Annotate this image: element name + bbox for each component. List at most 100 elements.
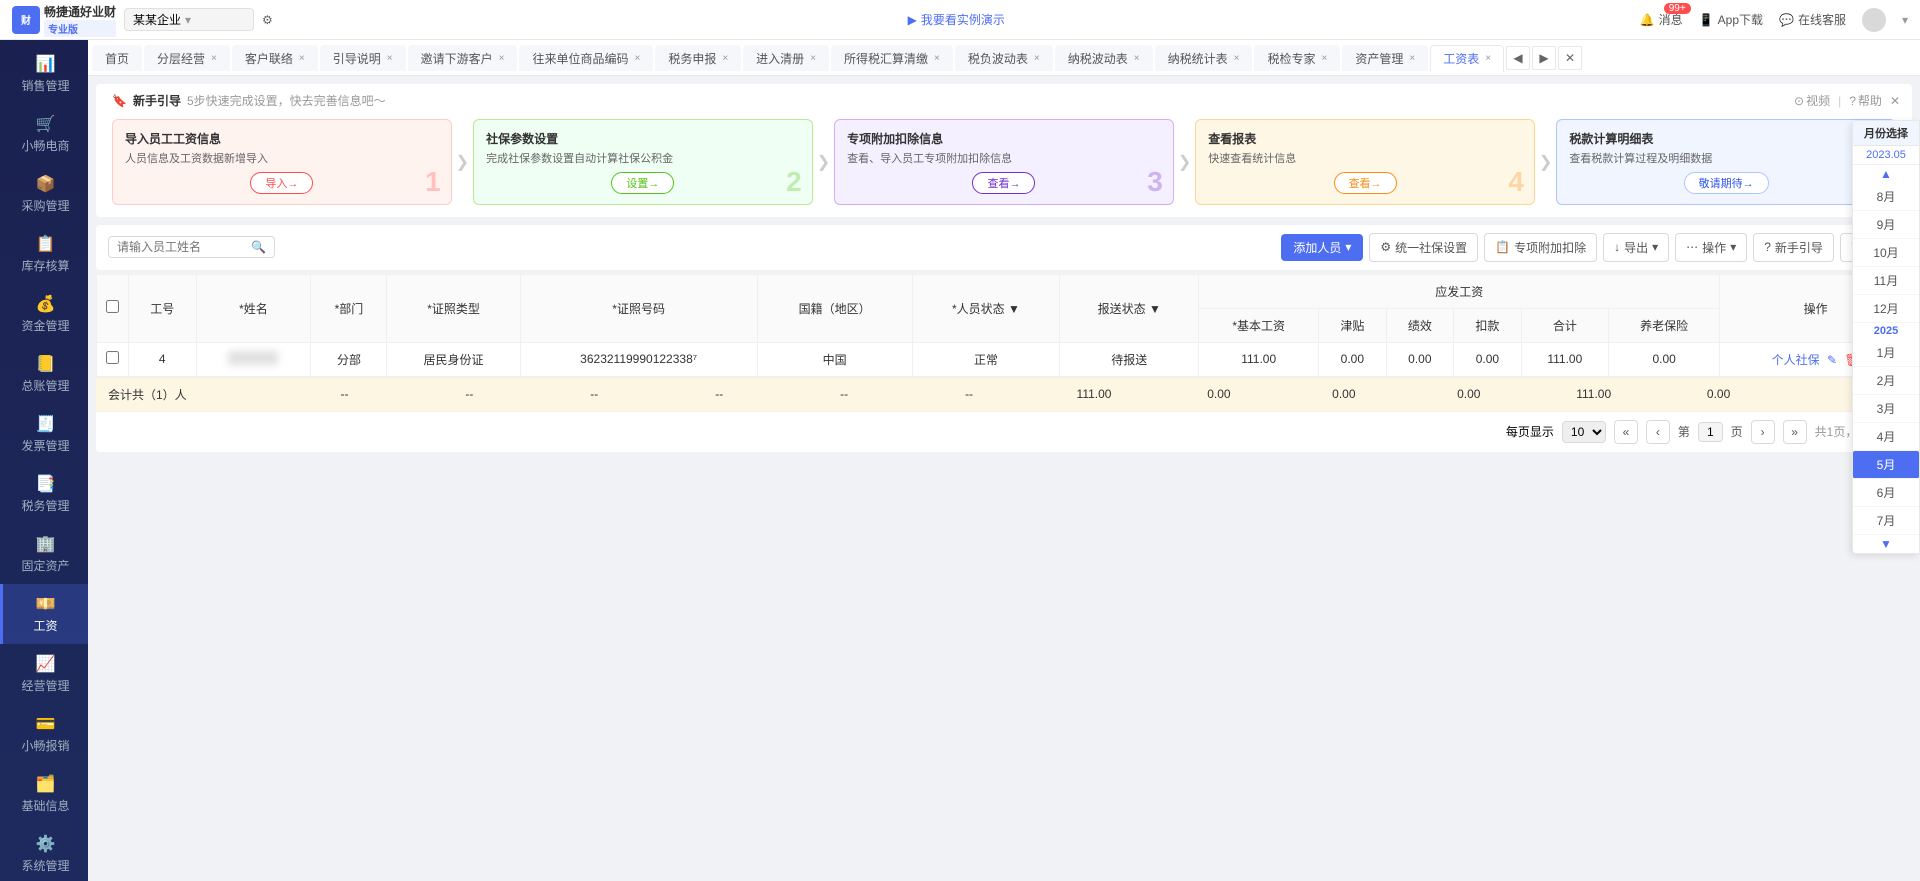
tab-layered[interactable]: 分层经营 × <box>144 45 230 71</box>
close-icon[interactable]: × <box>810 53 816 64</box>
unified-settings-button[interactable]: ⚙ 统一社保设置 <box>1369 233 1478 262</box>
demo-link[interactable]: ▶ 我要看实例演示 <box>908 11 1005 28</box>
close-icon[interactable]: × <box>1134 53 1140 64</box>
tab-payroll[interactable]: 工资表 × <box>1430 45 1504 72</box>
month-12[interactable]: 12月 <box>1853 295 1919 323</box>
month-5[interactable]: 5月 <box>1853 451 1919 479</box>
month-6[interactable]: 6月 <box>1853 479 1919 507</box>
sidebar-item-invoice[interactable]: 🧾 发票管理 <box>0 404 88 464</box>
tab-tax-burden[interactable]: 税负波动表 × <box>955 45 1053 71</box>
close-icon[interactable]: × <box>211 53 217 64</box>
tab-tax-expert[interactable]: 税检专家 × <box>1254 45 1340 71</box>
step-action-btn[interactable]: 查看→ <box>972 172 1035 194</box>
sidebar-item-inventory[interactable]: 📋 库存核算 <box>0 224 88 284</box>
month-8[interactable]: 8月 <box>1853 183 1919 211</box>
payroll-icon: 💴 <box>36 594 56 614</box>
add-staff-button[interactable]: 添加人员 ▾ <box>1281 234 1363 261</box>
sidebar-item-basic-info[interactable]: 🗂️ 基础信息 <box>0 764 88 824</box>
operations-icon: 📈 <box>36 654 56 674</box>
month-10[interactable]: 10月 <box>1853 239 1919 267</box>
tab-tax-stats[interactable]: 纳税统计表 × <box>1155 45 1253 71</box>
close-icon[interactable]: × <box>1409 53 1415 64</box>
month-9[interactable]: 9月 <box>1853 211 1919 239</box>
tab-bar: 首页 分层经营 × 客户联络 × 引导说明 × 邀请下游客户 × 往来单位商品编… <box>88 40 1920 76</box>
page-size-select[interactable]: 10 20 50 <box>1562 421 1606 443</box>
tab-home[interactable]: 首页 <box>92 45 142 71</box>
tab-tax-fluctuation[interactable]: 纳税波动表 × <box>1055 45 1153 71</box>
close-icon[interactable]: × <box>1321 53 1327 64</box>
tab-guide-desc[interactable]: 引导说明 × <box>320 45 406 71</box>
step-action-btn[interactable]: 导入→ <box>250 172 313 194</box>
sidebar-item-operations[interactable]: 📈 经营管理 <box>0 644 88 704</box>
close-icon[interactable]: × <box>1485 53 1491 64</box>
month-11[interactable]: 11月 <box>1853 267 1919 295</box>
close-icon[interactable]: × <box>634 53 640 64</box>
guide-button[interactable]: ? 新手引导 <box>1753 233 1834 262</box>
guide-close-btn[interactable]: ✕ <box>1890 92 1900 109</box>
sidebar-item-sales[interactable]: 📊 销售管理 <box>0 44 88 104</box>
tab-clearance[interactable]: 进入清册 × <box>743 45 829 71</box>
sidebar-item-ecommerce[interactable]: 🛒 小畅电商 <box>0 104 88 164</box>
sidebar-item-expense[interactable]: 💳 小畅报销 <box>0 704 88 764</box>
last-page-btn[interactable]: » <box>1783 420 1807 444</box>
special-deduction-button[interactable]: 📋 专项附加扣除 <box>1484 233 1597 262</box>
action-social-insurance[interactable]: 个人社保 <box>1772 353 1820 367</box>
month-7[interactable]: 7月 <box>1853 507 1919 535</box>
tab-asset-mgmt[interactable]: 资产管理 × <box>1342 45 1428 71</box>
operations-button[interactable]: ⋯ 操作 ▾ <box>1675 233 1747 262</box>
month-1[interactable]: 1月 <box>1853 339 1919 367</box>
month-down-btn[interactable]: ▼ <box>1853 535 1919 553</box>
close-icon[interactable]: × <box>387 53 393 64</box>
next-page-btn[interactable]: › <box>1751 420 1775 444</box>
step-action-btn[interactable]: 设置→ <box>611 172 674 194</box>
sidebar-item-system[interactable]: ⚙️ 系统管理 <box>0 824 88 881</box>
sidebar-item-ledger[interactable]: 📒 总账管理 <box>0 344 88 404</box>
close-icon[interactable]: × <box>934 53 940 64</box>
month-4[interactable]: 4月 <box>1853 423 1919 451</box>
search-icon[interactable]: 🔍 <box>251 240 266 254</box>
online-service-button[interactable]: 💬 在线客服 <box>1779 11 1846 28</box>
select-all-checkbox[interactable] <box>106 300 119 313</box>
user-menu-icon[interactable]: ▾ <box>1902 13 1908 27</box>
table-scroll[interactable]: 工号 *姓名 *部门 *证照类型 *证照号码 国籍（地区） *人员状态 ▼ 报送… <box>96 274 1912 377</box>
close-icon[interactable]: × <box>299 53 305 64</box>
sidebar-item-assets[interactable]: 🏢 固定资产 <box>0 524 88 584</box>
action-edit[interactable]: ✎ <box>1827 353 1837 367</box>
tab-nav-next[interactable]: ▶ <box>1532 46 1556 70</box>
company-selector[interactable]: 某某企业 ▾ <box>124 8 254 31</box>
close-icon[interactable]: × <box>499 53 505 64</box>
close-icon[interactable]: × <box>1234 53 1240 64</box>
tab-nav-prev[interactable]: ◀ <box>1506 46 1530 70</box>
tab-product-code[interactable]: 往来单位商品编码 × <box>519 45 653 71</box>
message-button[interactable]: 🔔 消息 99+ <box>1640 11 1683 28</box>
settings-icon[interactable]: ⚙ <box>262 13 273 27</box>
cell-id-type: 居民身份证 <box>387 342 520 376</box>
avatar[interactable] <box>1862 8 1886 32</box>
guide-video-btn[interactable]: ⊙ 视频 <box>1794 92 1830 109</box>
close-icon[interactable]: × <box>722 53 728 64</box>
month-up-btn[interactable]: ▲ <box>1853 165 1919 183</box>
tab-customer[interactable]: 客户联络 × <box>232 45 318 71</box>
sidebar-item-tax[interactable]: 📑 税务管理 <box>0 464 88 524</box>
guide-help-btn[interactable]: ? 帮助 <box>1849 92 1882 109</box>
prev-page-btn[interactable]: ‹ <box>1646 420 1670 444</box>
step-action-btn[interactable]: 查看→ <box>1334 172 1397 194</box>
app-download-button[interactable]: 📱 App下载 <box>1699 11 1763 28</box>
search-input[interactable] <box>117 240 247 254</box>
tab-income-tax[interactable]: 所得税汇算清缴 × <box>831 45 953 71</box>
first-page-btn[interactable]: « <box>1614 420 1638 444</box>
step-number: 4 <box>1508 166 1524 198</box>
close-icon[interactable]: × <box>1034 53 1040 64</box>
row-checkbox[interactable] <box>106 351 119 364</box>
sidebar-item-purchase[interactable]: 📦 采购管理 <box>0 164 88 224</box>
step-action-btn[interactable]: 敬请期待→ <box>1684 172 1769 194</box>
sidebar-item-finance[interactable]: 💰 资金管理 <box>0 284 88 344</box>
tab-tax-filing[interactable]: 税务申报 × <box>655 45 741 71</box>
sidebar-item-payroll[interactable]: 💴 工资 <box>0 584 88 644</box>
export-button[interactable]: ↓ 导出 ▾ <box>1603 233 1669 262</box>
month-2[interactable]: 2月 <box>1853 367 1919 395</box>
step-arrow: ❯ <box>452 119 473 205</box>
tab-nav-close-all[interactable]: ✕ <box>1558 46 1582 70</box>
tab-invite[interactable]: 邀请下游客户 × <box>408 45 518 71</box>
month-3[interactable]: 3月 <box>1853 395 1919 423</box>
